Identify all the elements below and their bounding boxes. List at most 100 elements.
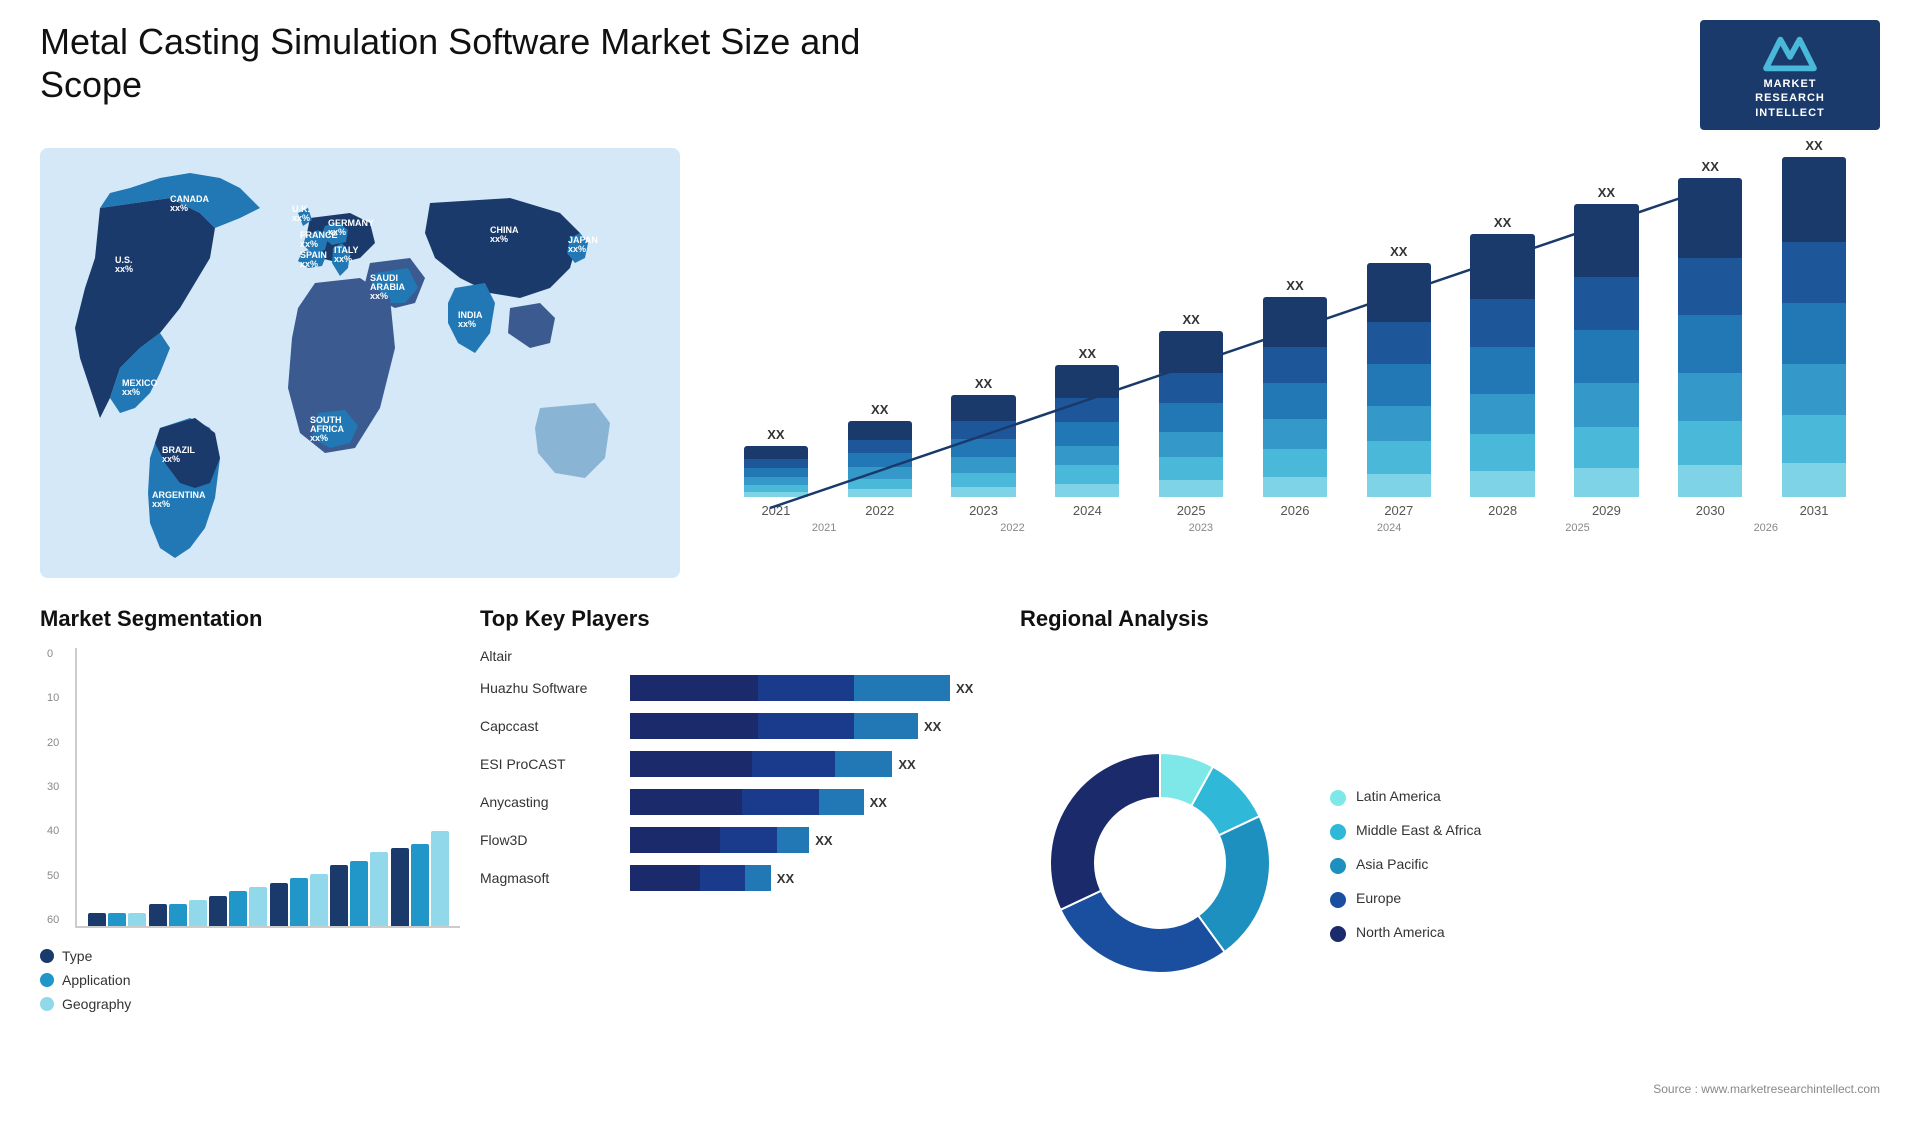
player-row-1: Huazhu Software XX: [480, 674, 1000, 702]
bar-xx-label-2021: XX: [767, 427, 784, 442]
seg-bar: [270, 883, 288, 926]
regional-legend-label: Europe: [1356, 890, 1401, 906]
player-bar-seg: [854, 675, 950, 701]
svg-text:xx%: xx%: [458, 319, 476, 329]
segmentation-title: Market Segmentation: [40, 606, 460, 632]
player-row-0: Altair: [480, 648, 1000, 664]
bars-area: XX2021XX2022XX2023XX2024XX2025XX2026XX20…: [730, 168, 1860, 518]
map-svg: U.S. xx% CANADA xx% MEXICO xx% BRAZIL xx…: [40, 148, 680, 578]
bar-chart: XX2021XX2022XX2023XX2024XX2025XX2026XX20…: [710, 148, 1880, 578]
bar-seg: [1159, 480, 1223, 497]
svg-text:xx%: xx%: [490, 234, 508, 244]
player-bar-seg: [752, 751, 835, 777]
svg-text:xx%: xx%: [152, 499, 170, 509]
bar-group-2027: XX2027: [1353, 244, 1445, 518]
seg-bar: [411, 844, 429, 926]
svg-text:xx%: xx%: [310, 433, 328, 443]
player-bar-inner: [630, 751, 892, 777]
bar-year-label-2023: 2023: [969, 503, 998, 518]
regional-legend-label: North America: [1356, 924, 1445, 940]
segmentation-section: Market Segmentation 6050403020100 TypeAp…: [40, 606, 460, 1096]
top-row: U.S. xx% CANADA xx% MEXICO xx% BRAZIL xx…: [40, 148, 1880, 578]
bar-seg: [1678, 178, 1742, 258]
svg-text:xx%: xx%: [162, 454, 180, 464]
player-name: Capccast: [480, 718, 620, 734]
seg-bar-group-0: [87, 913, 148, 926]
seg-bar: [209, 896, 227, 926]
seg-bar: [350, 861, 368, 926]
regional-dot: [1330, 824, 1346, 840]
bar-xx-label-2023: XX: [975, 376, 992, 391]
bar-x-labels: 202120222023202420252026: [730, 522, 1860, 534]
player-bar-seg: [854, 713, 918, 739]
svg-text:xx%: xx%: [334, 254, 352, 264]
bar-seg: [1055, 465, 1119, 483]
player-name: Anycasting: [480, 794, 620, 810]
seg-legend-item-2: Geography: [40, 996, 460, 1012]
bottom-row: Market Segmentation 6050403020100 TypeAp…: [40, 606, 1880, 1096]
svg-text:xx%: xx%: [115, 264, 133, 274]
seg-bar-group-4: [329, 852, 390, 926]
bar-group-2030: XX2030: [1664, 159, 1756, 518]
player-bar: XX: [630, 674, 1000, 702]
bar-seg: [744, 492, 808, 497]
bar-seg: [1574, 204, 1638, 277]
bar-year-label-2026: 2026: [1281, 503, 1310, 518]
seg-y-label: 20: [47, 737, 59, 749]
player-bar: XX: [630, 712, 1000, 740]
player-xx-label: XX: [924, 719, 941, 734]
player-bar: XX: [630, 750, 1000, 778]
players-list: Altair Huazhu Software XX Capccast XX ESI Pro…: [480, 648, 1000, 892]
bar-seg: [1678, 258, 1742, 315]
players-title: Top Key Players: [480, 606, 1000, 632]
stacked-bar-2027: [1367, 263, 1431, 497]
bar-xx-label-2027: XX: [1390, 244, 1407, 259]
donut-segment-3: [1060, 890, 1224, 972]
legend-dot: [40, 997, 54, 1011]
bar-seg: [1159, 373, 1223, 403]
bar-year-label-2021: 2021: [761, 503, 790, 518]
bar-xx-label-2029: XX: [1598, 185, 1615, 200]
bar-year-label-2024: 2024: [1073, 503, 1102, 518]
regional-dot: [1330, 858, 1346, 874]
svg-text:xx%: xx%: [328, 227, 346, 237]
bar-year-label-2029: 2029: [1592, 503, 1621, 518]
svg-text:xx%: xx%: [568, 244, 586, 254]
player-bar: XX: [630, 788, 1000, 816]
world-map: U.S. xx% CANADA xx% MEXICO xx% BRAZIL xx…: [40, 148, 680, 578]
bar-seg: [951, 421, 1015, 439]
player-bar-seg: [630, 675, 758, 701]
player-bar-seg: [700, 865, 745, 891]
bar-seg: [744, 485, 808, 492]
bar-group-2028: XX2028: [1457, 215, 1549, 519]
bar-seg: [848, 479, 912, 490]
bar-xx-label-2028: XX: [1494, 215, 1511, 230]
svg-text:xx%: xx%: [300, 259, 318, 269]
stacked-bar-2023: [951, 395, 1015, 497]
bar-year-label-2030: 2030: [1696, 503, 1725, 518]
svg-text:xx%: xx%: [300, 239, 318, 249]
seg-legend-label: Geography: [62, 996, 131, 1012]
svg-text:xx%: xx%: [370, 291, 388, 301]
bar-seg: [848, 421, 912, 440]
player-bar-inner: [630, 675, 950, 701]
seg-y-labels: 6050403020100: [47, 648, 59, 926]
player-bar-seg: [758, 713, 854, 739]
bar-seg: [1470, 234, 1534, 300]
bar-seg: [1470, 471, 1534, 497]
bar-seg: [1470, 347, 1534, 394]
seg-bar: [169, 904, 187, 926]
regional-legend-label: Middle East & Africa: [1356, 822, 1481, 838]
player-name: Huazhu Software: [480, 680, 620, 696]
seg-bar: [290, 878, 308, 926]
bar-seg: [951, 487, 1015, 497]
bar-seg: [1470, 394, 1534, 434]
bar-seg: [1055, 446, 1119, 466]
bar-seg: [744, 468, 808, 477]
player-name: ESI ProCAST: [480, 756, 620, 772]
player-xx-label: XX: [956, 681, 973, 696]
stacked-bar-2024: [1055, 365, 1119, 497]
bar-seg: [1263, 383, 1327, 419]
bar-seg: [1159, 403, 1223, 433]
seg-bar: [370, 852, 388, 926]
